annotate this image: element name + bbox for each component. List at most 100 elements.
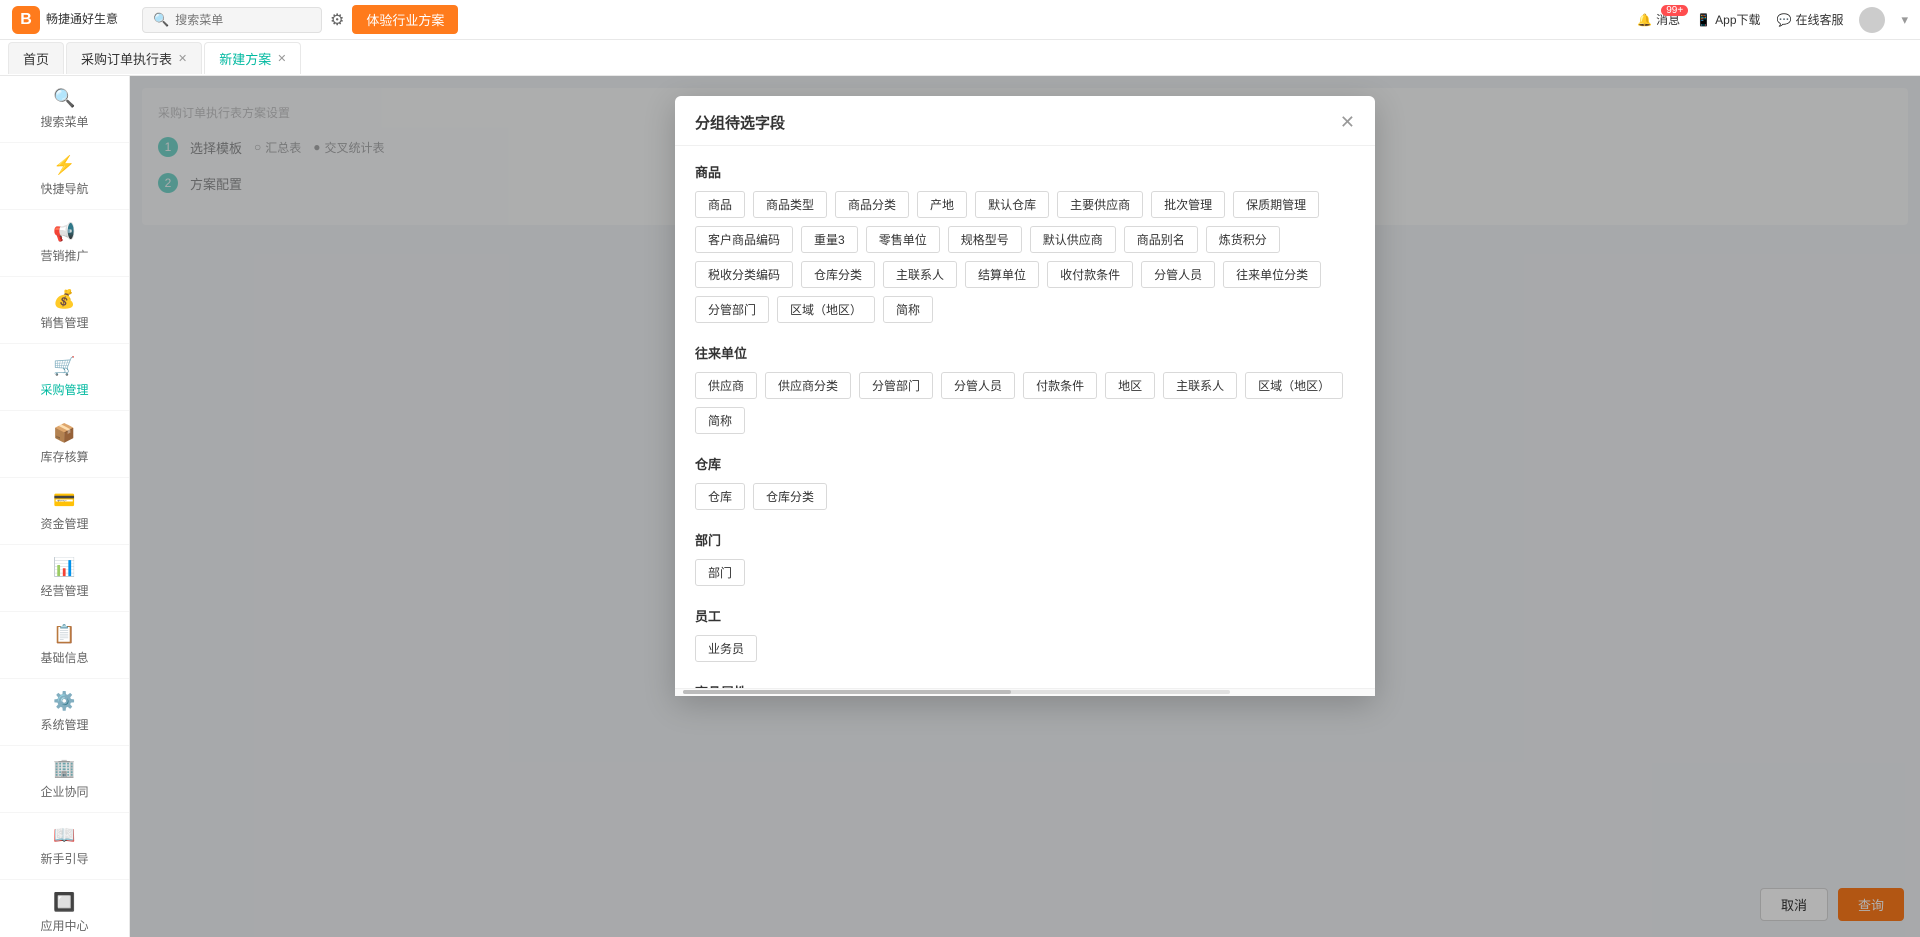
sidebar-item-search-label: 搜索菜单 <box>40 113 88 130</box>
field-tag[interactable]: 默认仓库 <box>975 191 1049 218</box>
sidebar-item-marketing[interactable]: 📢 营销推广 <box>0 210 129 277</box>
field-tag[interactable]: 分管部门 <box>859 372 933 399</box>
sidebar-item-purchase-label: 采购管理 <box>40 381 88 398</box>
field-tag[interactable]: 分管部门 <box>695 296 769 323</box>
field-tag[interactable]: 仓库分类 <box>753 483 827 510</box>
field-tag[interactable]: 主联系人 <box>883 261 957 288</box>
field-tag[interactable]: 区域（地区） <box>1245 372 1343 399</box>
field-tag[interactable]: 主联系人 <box>1163 372 1237 399</box>
section-warehouse: 仓库 仓库 仓库分类 <box>695 454 1355 510</box>
sidebar-item-system[interactable]: ⚙️ 系统管理 <box>0 679 129 746</box>
sidebar-item-app-center[interactable]: 🔲 应用中心 <box>0 880 129 937</box>
field-tag[interactable]: 零售单位 <box>866 226 940 253</box>
experience-button[interactable]: 体验行业方案 <box>352 5 458 34</box>
sidebar-item-sales[interactable]: 💰 销售管理 <box>0 277 129 344</box>
field-select-dialog: 分组待选字段 ✕ 商品 商品 商品类型 商品分类 产地 默认仓库 <box>675 96 1375 696</box>
field-tag[interactable]: 主要供应商 <box>1057 191 1143 218</box>
field-tag[interactable]: 商品类型 <box>753 191 827 218</box>
tab-new-plan-label: 新建方案 <box>219 49 271 68</box>
sidebar-item-guide[interactable]: 📖 新手引导 <box>0 813 129 880</box>
field-tag[interactable]: 批次管理 <box>1151 191 1225 218</box>
tab-purchase-list[interactable]: 采购订单执行表 ✕ <box>66 42 202 74</box>
field-tag[interactable]: 产地 <box>917 191 967 218</box>
field-tag[interactable]: 区域（地区） <box>777 296 875 323</box>
app-download-button[interactable]: 📱 App下载 <box>1696 11 1760 28</box>
section-warehouse-tags: 仓库 仓库分类 <box>695 483 1355 510</box>
section-goods-tags: 商品 商品类型 商品分类 产地 默认仓库 主要供应商 批次管理 保质期管理 客户… <box>695 191 1355 323</box>
header-search-area: 🔍 ⚙ 体验行业方案 <box>142 5 1637 34</box>
section-goods: 商品 商品 商品类型 商品分类 产地 默认仓库 主要供应商 批次管理 保质期管理… <box>695 162 1355 323</box>
section-counterpart-tags: 供应商 供应商分类 分管部门 分管人员 付款条件 地区 主联系人 区域（地区） … <box>695 372 1355 434</box>
sidebar-item-basic-info[interactable]: 📋 基础信息 <box>0 612 129 679</box>
field-tag[interactable]: 部门 <box>695 559 745 586</box>
field-tag[interactable]: 业务员 <box>695 635 757 662</box>
field-tag[interactable]: 客户商品编码 <box>695 226 793 253</box>
notice-badge: 99+ <box>1661 5 1688 16</box>
search-box[interactable]: 🔍 <box>142 7 322 33</box>
field-tag[interactable]: 保质期管理 <box>1233 191 1319 218</box>
sidebar-item-search[interactable]: 🔍 搜索菜单 <box>0 76 129 143</box>
inventory-icon: 📦 <box>53 423 75 444</box>
field-tag[interactable]: 付款条件 <box>1023 372 1097 399</box>
dialog-hscrollbar[interactable] <box>675 688 1375 696</box>
field-tag[interactable]: 简称 <box>883 296 933 323</box>
operations-icon: 📊 <box>53 557 75 578</box>
quick-nav-icon: ⚡ <box>53 155 75 176</box>
enterprise-icon: 🏢 <box>53 758 75 779</box>
sidebar-item-marketing-label: 营销推广 <box>40 247 88 264</box>
field-tag[interactable]: 仓库分类 <box>801 261 875 288</box>
sidebar-item-enterprise[interactable]: 🏢 企业协同 <box>0 746 129 813</box>
tab-bar: 首页 采购订单执行表 ✕ 新建方案 ✕ <box>0 40 1920 76</box>
field-tag[interactable]: 炼货积分 <box>1206 226 1280 253</box>
finance-icon: 💳 <box>53 490 75 511</box>
section-department-title: 部门 <box>695 530 1355 549</box>
sidebar-item-guide-label: 新手引导 <box>40 850 88 867</box>
gear-icon[interactable]: ⚙ <box>330 10 344 30</box>
field-tag[interactable]: 仓库 <box>695 483 745 510</box>
field-tag[interactable]: 商品 <box>695 191 745 218</box>
field-tag[interactable]: 分管人员 <box>941 372 1015 399</box>
tab-new-plan-close[interactable]: ✕ <box>277 52 286 65</box>
field-tag[interactable]: 商品分类 <box>835 191 909 218</box>
sidebar-item-finance[interactable]: 💳 资金管理 <box>0 478 129 545</box>
field-tag[interactable]: 收付款条件 <box>1047 261 1133 288</box>
field-tag[interactable]: 供应商分类 <box>765 372 851 399</box>
app-center-icon: 🔲 <box>53 892 75 913</box>
chevron-down-icon[interactable]: ▾ <box>1901 12 1908 28</box>
field-tag[interactable]: 供应商 <box>695 372 757 399</box>
field-tag[interactable]: 税收分类编码 <box>695 261 793 288</box>
logo-text: 畅捷通好生意 <box>46 12 118 26</box>
search-input[interactable] <box>175 13 295 27</box>
avatar[interactable] <box>1859 7 1885 33</box>
tab-new-plan[interactable]: 新建方案 ✕ <box>204 42 301 74</box>
notice-button[interactable]: 🔔 消息 99+ <box>1637 11 1680 28</box>
field-tag[interactable]: 规格型号 <box>948 226 1022 253</box>
content-area: 采购订单执行表方案设置 1 选择模板 ○ 汇总表 ● 交叉统计表 2 方案 <box>130 76 1920 937</box>
sidebar-item-operations[interactable]: 📊 经营管理 <box>0 545 129 612</box>
download-icon: 📱 <box>1696 13 1711 27</box>
field-tag[interactable]: 默认供应商 <box>1030 226 1116 253</box>
search-icon: 🔍 <box>153 12 169 28</box>
dialog-body[interactable]: 商品 商品 商品类型 商品分类 产地 默认仓库 主要供应商 批次管理 保质期管理… <box>675 146 1375 688</box>
field-tag[interactable]: 商品别名 <box>1124 226 1198 253</box>
section-counterpart: 往来单位 供应商 供应商分类 分管部门 分管人员 付款条件 地区 主联系人 区域… <box>695 343 1355 434</box>
sidebar-item-quick-nav-label: 快捷导航 <box>40 180 88 197</box>
field-tag[interactable]: 结算单位 <box>965 261 1039 288</box>
tab-purchase-list-close[interactable]: ✕ <box>178 52 187 65</box>
field-tag[interactable]: 往来单位分类 <box>1223 261 1321 288</box>
field-tag[interactable]: 地区 <box>1105 372 1155 399</box>
field-tag[interactable]: 简称 <box>695 407 745 434</box>
service-icon: 💬 <box>1777 13 1792 27</box>
field-tag[interactable]: 分管人员 <box>1141 261 1215 288</box>
online-service-button[interactable]: 💬 在线客服 <box>1777 11 1844 28</box>
tab-home[interactable]: 首页 <box>8 42 64 74</box>
field-tag[interactable]: 重量3 <box>801 226 858 253</box>
sidebar-item-purchase[interactable]: 🛒 采购管理 <box>0 344 129 411</box>
section-department: 部门 部门 <box>695 530 1355 586</box>
sidebar-item-inventory[interactable]: 📦 库存核算 <box>0 411 129 478</box>
sidebar-item-operations-label: 经营管理 <box>40 582 88 599</box>
section-department-tags: 部门 <box>695 559 1355 586</box>
system-icon: ⚙️ <box>53 691 75 712</box>
dialog-close-button[interactable]: ✕ <box>1340 112 1355 133</box>
sidebar-item-quick-nav[interactable]: ⚡ 快捷导航 <box>0 143 129 210</box>
